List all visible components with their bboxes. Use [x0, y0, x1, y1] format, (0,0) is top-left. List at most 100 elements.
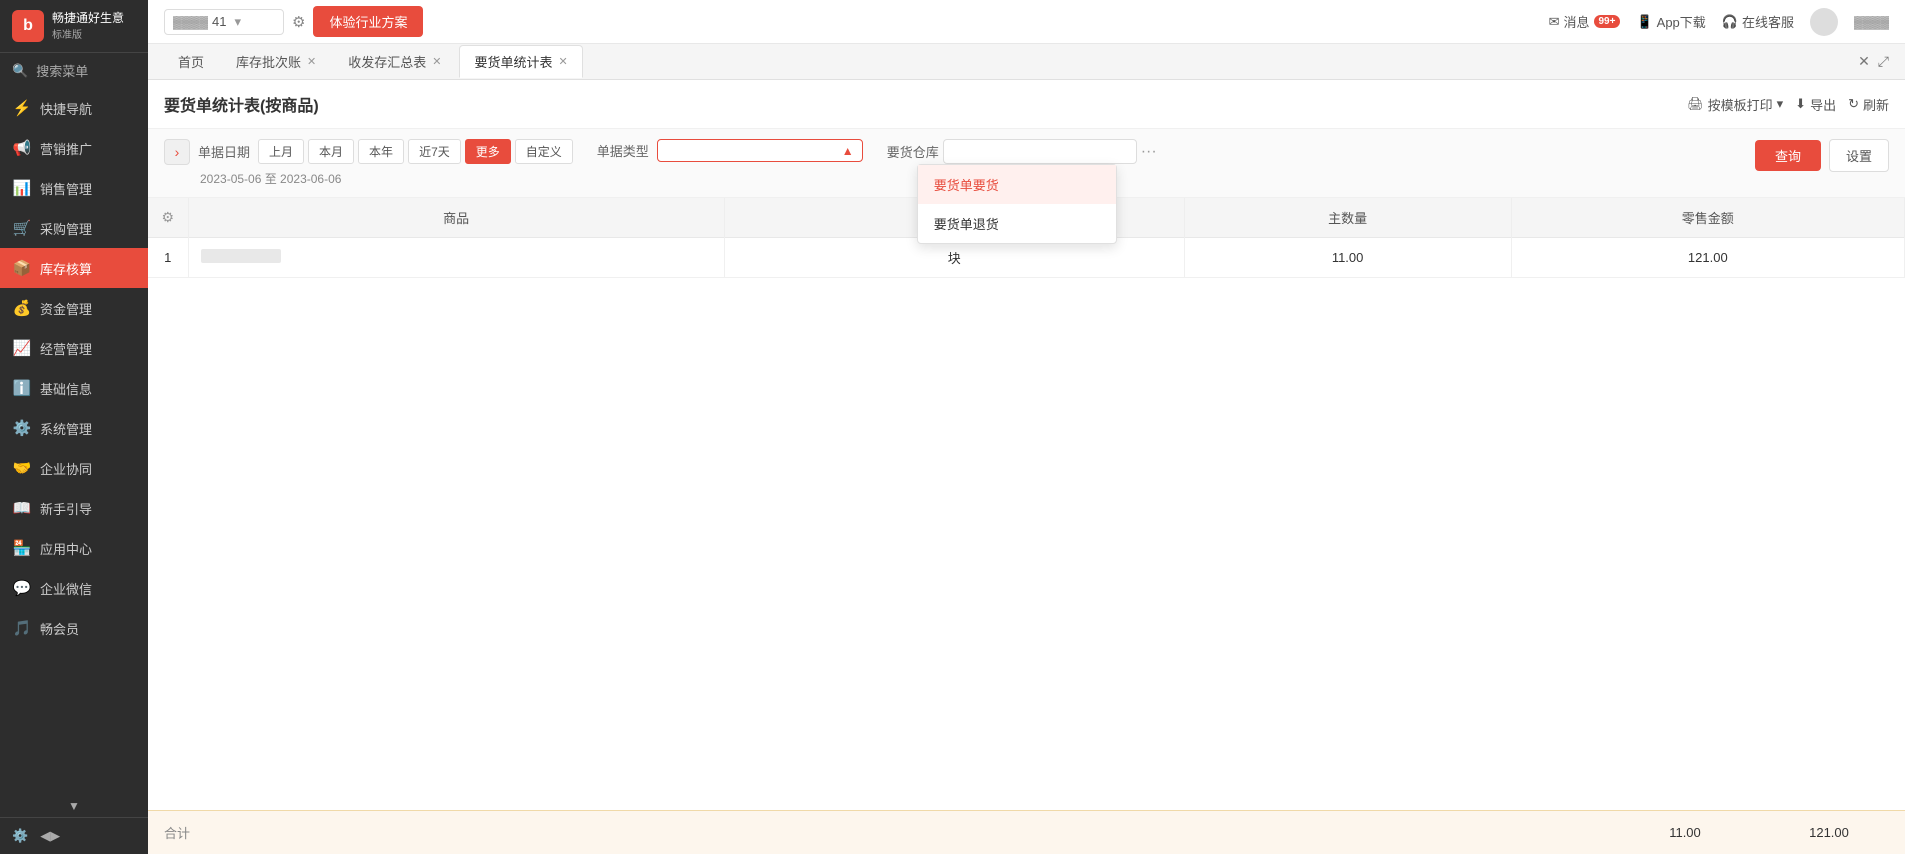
sidebar-item-member[interactable]: 🎵 畅会员	[0, 608, 148, 648]
message-button[interactable]: ✉ 消息 99+	[1549, 12, 1621, 31]
warehouse-more-icon[interactable]: ···	[1141, 143, 1157, 161]
sidebar-item-enterprise[interactable]: 🤝 企业协同	[0, 448, 148, 488]
trial-button[interactable]: 体验行业方案	[313, 6, 423, 37]
page-title: 要货单统计表(按商品)	[164, 92, 319, 116]
settings-button[interactable]: 设置	[1829, 139, 1889, 172]
dropdown-item-1[interactable]: 要货单退货	[918, 204, 1116, 243]
this-month-btn[interactable]: 本月	[308, 139, 354, 164]
sidebar-nav: ⚡ 快捷导航 📢 营销推广 📊 销售管理 🛒 采购管理 📦 库存核算 💰 资金管…	[0, 88, 148, 795]
sidebar-item-operations[interactable]: 📈 经营管理	[0, 328, 148, 368]
type-filter-chevron-icon[interactable]: ▲	[842, 144, 854, 158]
sidebar-item-finance[interactable]: 💰 资金管理	[0, 288, 148, 328]
headset-icon: 🎧	[1722, 14, 1738, 30]
topbar: ▓▓▓▓ 41 ▾ ⚙ 体验行业方案 ✉ 消息 99+ 📱 App下载 🎧 在线…	[148, 0, 1905, 44]
sidebar-item-marketing[interactable]: 📢 营销推广	[0, 128, 148, 168]
last-month-btn[interactable]: 上月	[258, 139, 304, 164]
row-product	[188, 238, 724, 278]
sidebar-item-wechat[interactable]: 💬 企业微信	[0, 568, 148, 608]
summary-quantity: 11.00	[1625, 825, 1745, 840]
query-button[interactable]: 查询	[1755, 140, 1821, 171]
sidebar-scroll-down[interactable]: ▼	[0, 795, 148, 817]
dropdown-item-0[interactable]: 要货单要货	[918, 165, 1116, 204]
print-button[interactable]: 🖨 按模板打印 ▾	[1687, 95, 1783, 114]
warehouse-filter-group: 要货仓库 ···	[887, 139, 1157, 164]
sidebar-search[interactable]: 🔍 搜索菜单	[0, 53, 148, 88]
marketing-icon: 📢	[12, 138, 32, 158]
sidebar-item-label: 库存核算	[40, 259, 92, 278]
page-header: 要货单统计表(按商品) 🖨 按模板打印 ▾ ⬇ 导出 ↻ 刷新	[148, 80, 1905, 129]
sidebar-item-basic-info[interactable]: ℹ️ 基础信息	[0, 368, 148, 408]
type-filter-input[interactable]	[666, 143, 842, 158]
sidebar-item-label: 基础信息	[40, 379, 92, 398]
tab-close-all-icon[interactable]: ✕	[1858, 53, 1870, 70]
logo: b 畅捷通好生意 标准版	[0, 0, 148, 53]
th-amount: 零售金额	[1511, 198, 1904, 238]
enterprise-icon: 🤝	[12, 458, 32, 478]
sidebar-item-label: 系统管理	[40, 419, 92, 438]
date-range-display: 2023-05-06 至 2023-06-06	[198, 170, 573, 187]
sidebar-item-app-center[interactable]: 🏪 应用中心	[0, 528, 148, 568]
app-download-button[interactable]: 📱 App下载	[1636, 12, 1705, 31]
th-product: 商品	[188, 198, 724, 238]
sidebar-item-label: 新手引导	[40, 499, 92, 518]
main-area: ▓▓▓▓ 41 ▾ ⚙ 体验行业方案 ✉ 消息 99+ 📱 App下载 🎧 在线…	[148, 0, 1905, 854]
topbar-right: ✉ 消息 99+ 📱 App下载 🎧 在线客服 ▓▓▓▓	[1549, 8, 1889, 36]
user-name: ▓▓▓▓	[1854, 15, 1889, 29]
sidebar-item-label: 应用中心	[40, 539, 92, 558]
more-dates-btn[interactable]: 更多	[465, 139, 511, 164]
export-button[interactable]: ⬇ 导出	[1795, 95, 1836, 114]
date-filter-label: 单据日期	[198, 142, 250, 161]
sidebar-item-inventory[interactable]: 📦 库存核算	[0, 248, 148, 288]
last-7days-btn[interactable]: 近7天	[408, 139, 461, 164]
refresh-button[interactable]: ↻ 刷新	[1848, 95, 1889, 114]
sidebar-item-guide[interactable]: 📖 新手引导	[0, 488, 148, 528]
print-chevron-icon: ▾	[1777, 96, 1784, 112]
tabbar: 首页 库存批次账 ✕ 收发存汇总表 ✕ 要货单统计表 ✕ ✕ ⤢	[148, 44, 1905, 80]
online-service-button[interactable]: 🎧 在线客服	[1722, 12, 1794, 31]
sidebar: b 畅捷通好生意 标准版 🔍 搜索菜单 ⚡ 快捷导航 📢 营销推广 📊 销售管理…	[0, 0, 148, 854]
online-service-label: 在线客服	[1742, 12, 1794, 31]
user-avatar[interactable]	[1810, 8, 1838, 36]
tab-close-icon[interactable]: ✕	[559, 55, 568, 68]
sidebar-item-label: 采购管理	[40, 219, 92, 238]
tab-receipt-summary[interactable]: 收发存汇总表 ✕	[334, 46, 455, 77]
tab-close-icon[interactable]: ✕	[307, 55, 316, 68]
app-download-label: App下载	[1657, 12, 1706, 31]
home-tab-label: 首页	[178, 52, 204, 71]
collapse-button[interactable]: ◀▶	[40, 828, 60, 844]
tab-home[interactable]: 首页	[164, 46, 218, 77]
sales-icon: 📊	[12, 178, 32, 198]
table-settings-icon[interactable]: ⚙	[161, 209, 174, 225]
print-icon: 🖨	[1687, 96, 1704, 112]
table-wrapper: ⚙ 商品 主计量单位 主数量 零售金额 1 块	[148, 198, 1905, 810]
inventory-icon: 📦	[12, 258, 32, 278]
th-quantity: 主数量	[1184, 198, 1511, 238]
app-sub: 标准版	[52, 26, 124, 41]
tab-inventory-batch[interactable]: 库存批次账 ✕	[222, 46, 330, 77]
this-year-btn[interactable]: 本年	[358, 139, 404, 164]
custom-date-btn[interactable]: 自定义	[515, 139, 573, 164]
sidebar-item-quick-nav[interactable]: ⚡ 快捷导航	[0, 88, 148, 128]
sidebar-item-label: 企业微信	[40, 579, 92, 598]
store-selector[interactable]: ▓▓▓▓ 41 ▾	[164, 9, 284, 35]
settings-gear-icon[interactable]: ⚙	[292, 13, 305, 31]
app-name: 畅捷通好生意	[52, 11, 124, 27]
sidebar-item-label: 销售管理	[40, 179, 92, 198]
tab-close-icon[interactable]: ✕	[432, 55, 441, 68]
filter-expand-button[interactable]: ›	[164, 139, 190, 165]
sidebar-item-system[interactable]: ⚙️ 系统管理	[0, 408, 148, 448]
settings-button[interactable]: ⚙️	[12, 828, 28, 844]
sidebar-item-sales[interactable]: 📊 销售管理	[0, 168, 148, 208]
print-label: 按模板打印	[1708, 95, 1773, 114]
sidebar-item-label: 经营管理	[40, 339, 92, 358]
export-icon: ⬇	[1795, 96, 1806, 112]
sidebar-item-label: 快捷导航	[40, 99, 92, 118]
sidebar-item-purchase[interactable]: 🛒 采购管理	[0, 208, 148, 248]
purchase-icon: 🛒	[12, 218, 32, 238]
warehouse-filter-input[interactable]	[943, 139, 1137, 164]
row-amount: 121.00	[1511, 238, 1904, 278]
tab-expand-icon[interactable]: ⤢	[1878, 53, 1889, 70]
wechat-icon: 💬	[12, 578, 32, 598]
topbar-left: ▓▓▓▓ 41 ▾ ⚙ 体验行业方案	[164, 6, 1533, 37]
tab-order-stats[interactable]: 要货单统计表 ✕	[459, 45, 582, 78]
